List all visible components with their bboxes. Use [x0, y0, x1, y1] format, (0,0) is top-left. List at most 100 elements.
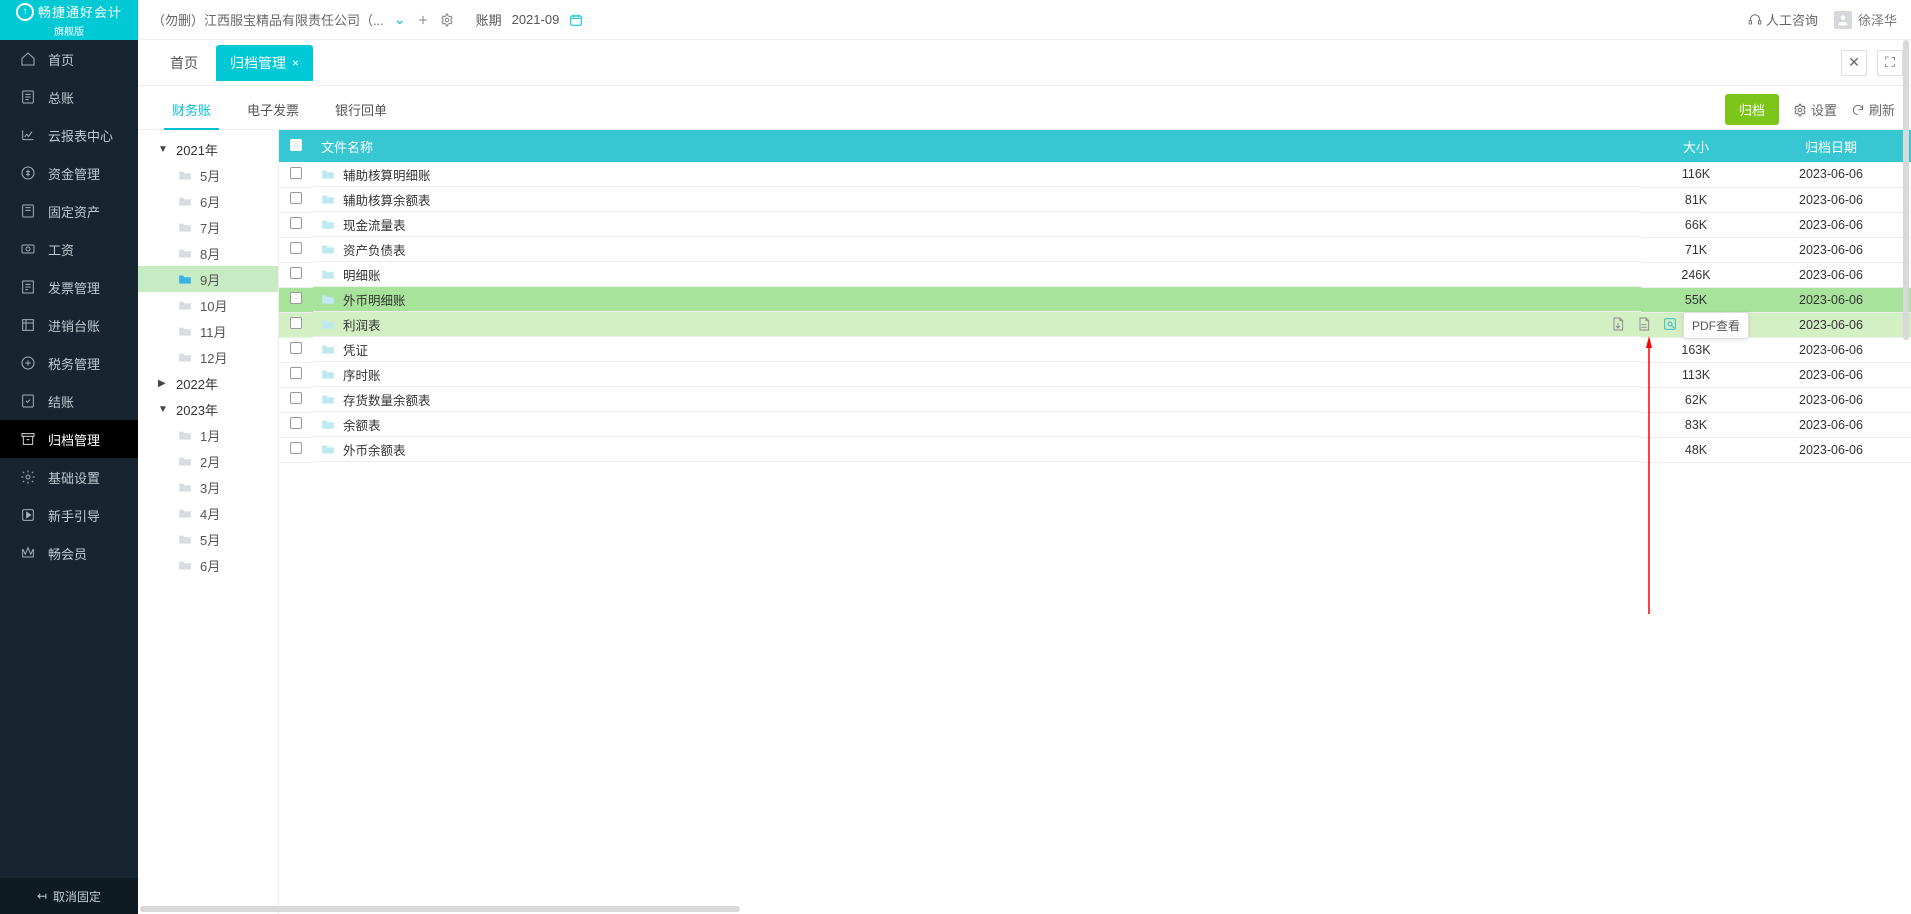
col-size[interactable]: 大小 — [1641, 130, 1751, 162]
nav-settings[interactable]: 基础设置 — [0, 458, 138, 496]
tree-month[interactable]: 10月 — [138, 292, 278, 318]
tree-month[interactable]: 6月 — [138, 552, 278, 578]
nav-home[interactable]: 首页 — [0, 40, 138, 78]
tree-month[interactable]: 12月 — [138, 344, 278, 370]
settings-label: 设置 — [1811, 100, 1837, 119]
sub-tab[interactable]: 电子发票 — [229, 90, 317, 129]
table-row[interactable]: 现金流量表66K2023-06-06 — [279, 212, 1911, 237]
main: （勿删）江西服宝精品有限责任公司（... ⌄ 账期 2021-09 人工咨询 徐… — [138, 0, 1911, 914]
tree-month[interactable]: 11月 — [138, 318, 278, 344]
page-tab[interactable]: 归档管理× — [216, 45, 313, 81]
close-all-tabs[interactable]: ✕ — [1841, 50, 1867, 76]
support-link[interactable]: 人工咨询 — [1748, 10, 1818, 29]
folder-icon — [321, 193, 335, 205]
row-check[interactable] — [279, 162, 313, 187]
tree-month[interactable]: 8月 — [138, 240, 278, 266]
row-size: 81K — [1641, 187, 1751, 212]
row-actions — [1609, 315, 1679, 333]
period-value[interactable]: 2021-09 — [512, 12, 560, 27]
tree-month[interactable]: 2月 — [138, 448, 278, 474]
nav-label: 工资 — [48, 240, 74, 259]
nav-salary[interactable]: 工资 — [0, 230, 138, 268]
col-name[interactable]: 文件名称 — [313, 130, 1641, 162]
year-tree[interactable]: ▼2021年5月6月7月8月9月10月11月12月▶2022年▼2023年1月2… — [138, 130, 278, 914]
nav-stock[interactable]: 进销台账 — [0, 306, 138, 344]
row-check[interactable] — [279, 312, 313, 337]
scrollbar-vertical[interactable] — [1903, 40, 1909, 340]
table-row[interactable]: 外币明细账55K2023-06-06 — [279, 287, 1911, 312]
tree-year[interactable]: ▼2021年 — [138, 136, 278, 162]
table-row[interactable]: 资产负债表71K2023-06-06 — [279, 237, 1911, 262]
close-icon[interactable]: × — [292, 56, 299, 70]
row-check[interactable] — [279, 212, 313, 237]
row-check[interactable] — [279, 437, 313, 462]
download-xml-icon[interactable] — [1609, 315, 1627, 333]
view-pdf-icon[interactable] — [1661, 315, 1679, 333]
table-row[interactable]: 存货数量余额表62K2023-06-06 — [279, 387, 1911, 412]
row-check[interactable] — [279, 187, 313, 212]
table-row[interactable]: 辅助核算余额表81K2023-06-06 — [279, 187, 1911, 212]
topbar: （勿删）江西服宝精品有限责任公司（... ⌄ 账期 2021-09 人工咨询 徐… — [138, 0, 1911, 40]
tree-month[interactable]: 9月 — [138, 266, 278, 292]
nav-close[interactable]: 结账 — [0, 382, 138, 420]
report-icon — [20, 127, 36, 143]
row-check[interactable] — [279, 362, 313, 387]
nav-report[interactable]: 云报表中心 — [0, 116, 138, 154]
row-check[interactable] — [279, 337, 313, 362]
company-chevron-icon[interactable]: ⌄ — [394, 11, 406, 28]
tree-month[interactable]: 6月 — [138, 188, 278, 214]
page-tabs: 首页归档管理× ✕ ⛶ — [138, 40, 1911, 86]
table-row[interactable]: 外币余额表48K2023-06-06 — [279, 437, 1911, 462]
tree-month[interactable]: 5月 — [138, 162, 278, 188]
row-check[interactable] — [279, 237, 313, 262]
file-table-wrap: 文件名称 大小 归档日期 辅助核算明细账116K2023-06-06辅助核算余额… — [278, 130, 1911, 914]
tree-month[interactable]: 1月 — [138, 422, 278, 448]
calendar-icon[interactable] — [569, 13, 583, 27]
col-check[interactable] — [279, 130, 313, 162]
company-selector[interactable]: （勿删）江西服宝精品有限责任公司（... — [152, 10, 384, 29]
tree-month[interactable]: 4月 — [138, 500, 278, 526]
row-size: 246K — [1641, 262, 1751, 287]
tree-year[interactable]: ▼2023年 — [138, 396, 278, 422]
nav-archive[interactable]: 归档管理 — [0, 420, 138, 458]
row-check[interactable] — [279, 387, 313, 412]
nav-invoice[interactable]: 发票管理 — [0, 268, 138, 306]
nav-label: 基础设置 — [48, 468, 100, 487]
table-row[interactable]: 明细账246K2023-06-06 — [279, 262, 1911, 287]
tree-month[interactable]: 5月 — [138, 526, 278, 552]
sub-tab[interactable]: 财务账 — [154, 90, 229, 129]
table-row[interactable]: 辅助核算明细账116K2023-06-06 — [279, 162, 1911, 187]
tree-month[interactable]: 7月 — [138, 214, 278, 240]
folder-icon — [321, 168, 335, 180]
table-row[interactable]: 余额表83K2023-06-06 — [279, 412, 1911, 437]
archive-button[interactable]: 归档 — [1725, 94, 1779, 125]
tree-year[interactable]: ▶2022年 — [138, 370, 278, 396]
nav-fund[interactable]: 资金管理 — [0, 154, 138, 192]
scrollbar-horizontal[interactable] — [140, 906, 740, 912]
fullscreen-toggle[interactable]: ⛶ — [1877, 50, 1903, 76]
nav-vip[interactable]: 畅会员 — [0, 534, 138, 572]
nav-ledger[interactable]: 总账 — [0, 78, 138, 116]
refresh-link[interactable]: 刷新 — [1851, 100, 1895, 119]
row-check[interactable] — [279, 262, 313, 287]
settings-link[interactable]: 设置 — [1793, 100, 1837, 119]
archive-icon — [20, 431, 36, 447]
tree-month[interactable]: 3月 — [138, 474, 278, 500]
table-row[interactable]: 凭证163K2023-06-06 — [279, 337, 1911, 362]
col-date[interactable]: 归档日期 — [1751, 130, 1911, 162]
user-menu[interactable]: 徐泽华 — [1834, 10, 1897, 29]
sub-tab[interactable]: 银行回单 — [317, 90, 405, 129]
sidebar-unpin[interactable]: ↤ 取消固定 — [0, 878, 138, 914]
add-company-icon[interactable] — [416, 13, 430, 27]
row-check[interactable] — [279, 412, 313, 437]
nav-asset[interactable]: 固定资产 — [0, 192, 138, 230]
table-row[interactable]: 序时账113K2023-06-06 — [279, 362, 1911, 387]
download-pdf-icon[interactable] — [1635, 315, 1653, 333]
folder-icon — [178, 559, 192, 571]
tree-month-label: 7月 — [200, 218, 220, 237]
company-settings-icon[interactable] — [440, 13, 454, 27]
row-check[interactable] — [279, 287, 313, 312]
page-tab[interactable]: 首页 — [156, 45, 212, 81]
nav-tax[interactable]: 税务管理 — [0, 344, 138, 382]
nav-guide[interactable]: 新手引导 — [0, 496, 138, 534]
